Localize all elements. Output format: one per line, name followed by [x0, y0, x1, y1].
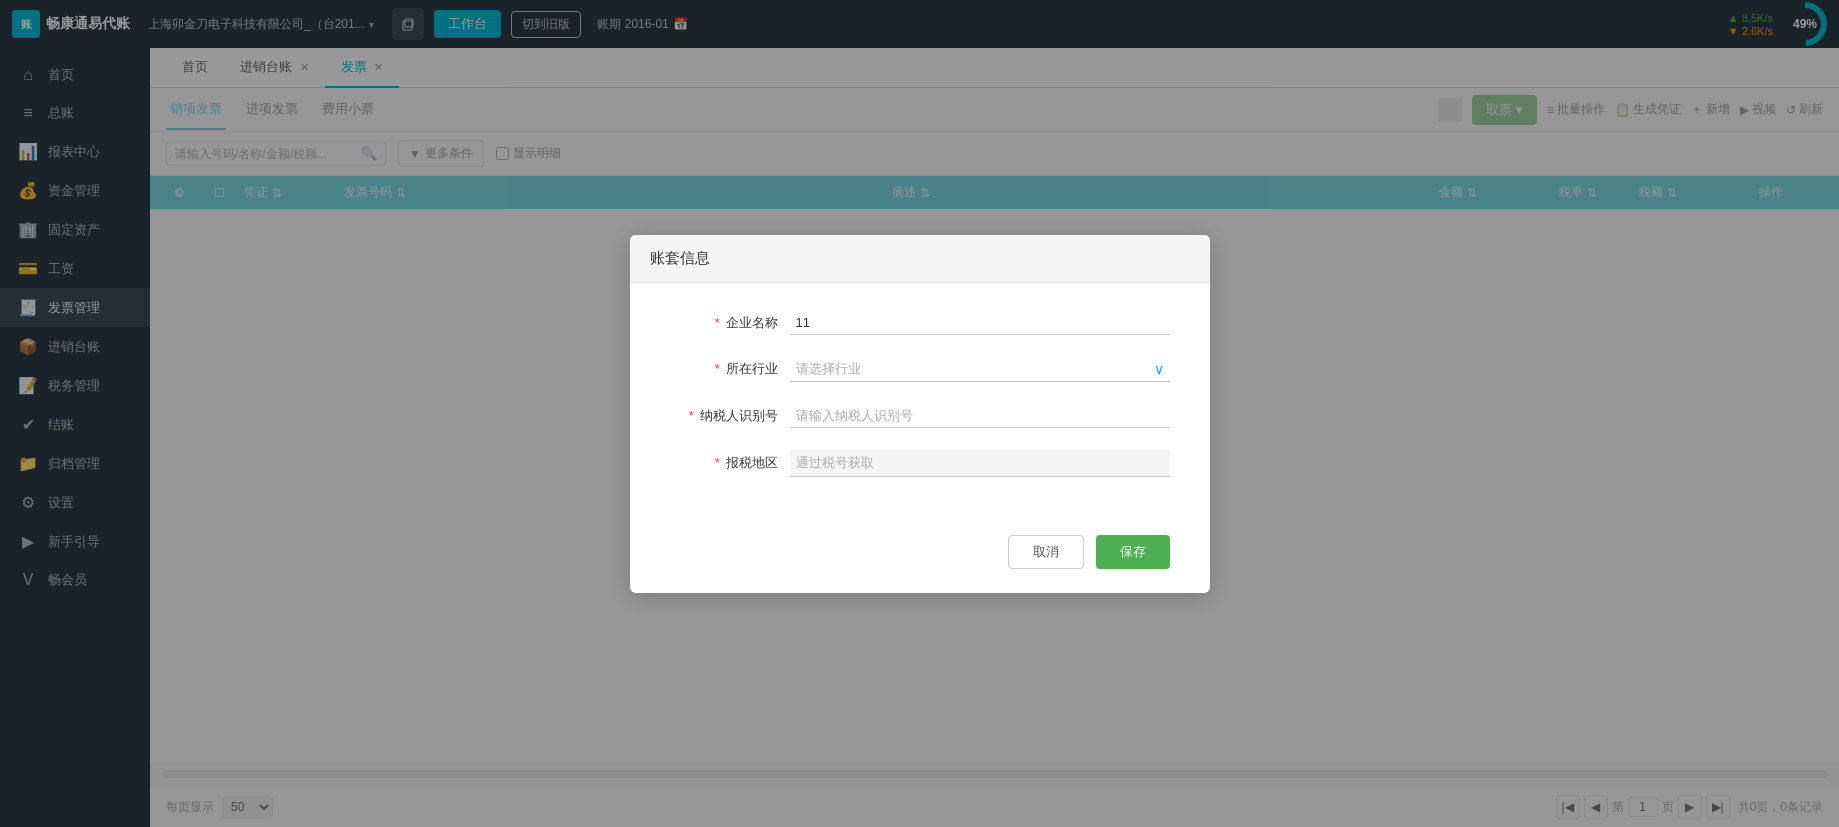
tax-region-label: * 报税地区	[670, 454, 790, 472]
industry-dropdown-arrow[interactable]: ∨	[1154, 361, 1164, 377]
required-star-industry: *	[715, 361, 720, 376]
company-name-input[interactable]	[790, 311, 1170, 335]
company-name-label: * 企业名称	[670, 314, 790, 332]
tax-region-disabled: 通过税号获取	[790, 450, 1170, 477]
industry-select[interactable]: 请选择行业	[796, 361, 1154, 376]
form-row-tax-id: * 纳税人识别号	[670, 404, 1170, 428]
form-row-tax-region: * 报税地区 通过税号获取	[670, 450, 1170, 477]
modal-overlay: 账套信息 * 企业名称 * 所在行业	[150, 48, 1839, 827]
industry-label: * 所在行业	[670, 360, 790, 378]
tax-id-input[interactable]	[790, 404, 1170, 428]
form-row-company-name: * 企业名称	[670, 311, 1170, 335]
tax-id-label: * 纳税人识别号	[670, 407, 790, 425]
account-info-dialog: 账套信息 * 企业名称 * 所在行业	[630, 235, 1210, 593]
save-button[interactable]: 保存	[1096, 535, 1170, 569]
required-star: *	[715, 315, 720, 330]
required-star-region: *	[715, 455, 720, 470]
dialog-body: * 企业名称 * 所在行业 请选择行业	[630, 283, 1210, 519]
main-content: 首页 进销台账 ✕ 发票 ✕ 销项发票 进项发票 费用小	[150, 48, 1839, 827]
industry-select-wrapper: 请选择行业 ∨	[790, 357, 1170, 382]
cancel-button[interactable]: 取消	[1008, 535, 1084, 569]
dialog-title: 账套信息	[630, 235, 1210, 283]
required-star-tax: *	[689, 408, 694, 423]
form-row-industry: * 所在行业 请选择行业 ∨	[670, 357, 1170, 382]
dialog-footer: 取消 保存	[630, 519, 1210, 593]
